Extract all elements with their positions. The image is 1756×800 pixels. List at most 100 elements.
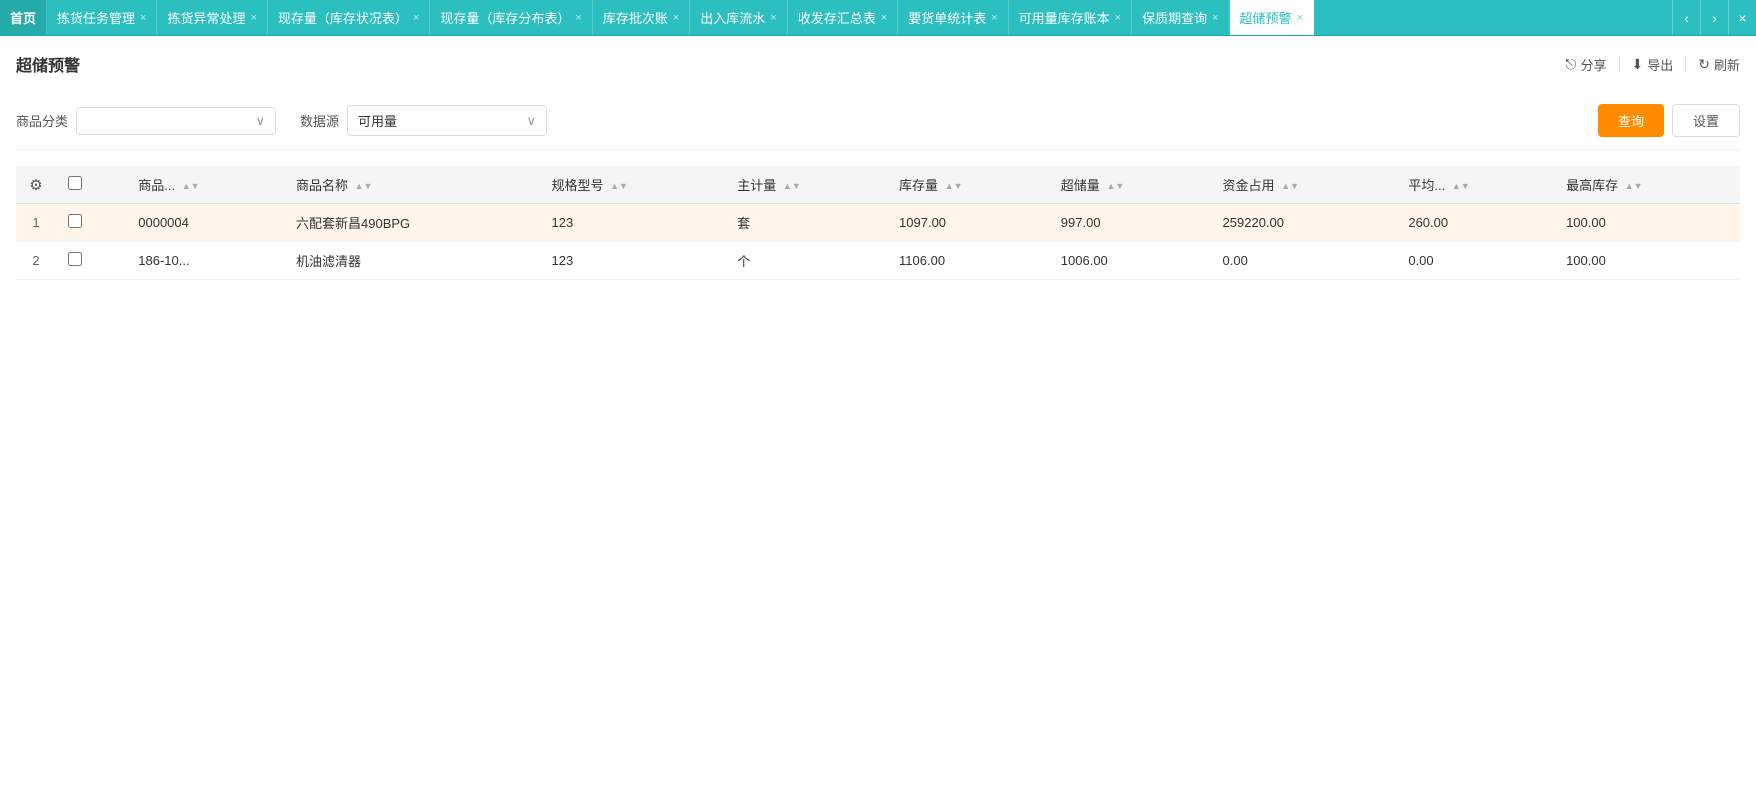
category-label: 商品分类	[16, 111, 68, 130]
row-max-stock: 100.00	[1554, 204, 1740, 242]
row-seq: 2	[16, 242, 56, 280]
th-max-stock[interactable]: 最高库存 ▲▼	[1554, 166, 1740, 204]
sort-stock-icon[interactable]: ▲▼	[945, 182, 963, 191]
refresh-button[interactable]: ↻ 刷新	[1698, 55, 1740, 74]
th-unit-label: 主计量	[737, 178, 776, 193]
share-icon: ⎋	[1565, 56, 1576, 73]
share-button[interactable]: ⎋ 分享	[1565, 55, 1606, 74]
row-select-checkbox[interactable]	[68, 252, 82, 266]
sort-capital-icon[interactable]: ▲▼	[1281, 182, 1299, 191]
sort-avg-icon[interactable]: ▲▼	[1452, 182, 1470, 191]
th-stock-label: 库存量	[899, 178, 938, 193]
sort-unit-icon[interactable]: ▲▼	[783, 182, 801, 191]
nav-inventory-status[interactable]: 现存量（库存状况表） ×	[268, 0, 430, 35]
th-checkbox[interactable]	[56, 166, 126, 204]
nav-shelf-life-close[interactable]: ×	[1212, 12, 1218, 24]
sort-product-code-icon[interactable]: ▲▼	[182, 182, 200, 191]
row-product-code: 186-10...	[126, 242, 284, 280]
nav-task-mgmt-close[interactable]: ×	[140, 12, 146, 24]
nav-order-stat-close[interactable]: ×	[991, 12, 997, 24]
nav-recv-send-label: 收发存汇总表	[798, 8, 876, 27]
th-overstock-label: 超储量	[1061, 178, 1100, 193]
nav-usable-ledger-close[interactable]: ×	[1115, 12, 1121, 24]
row-product-name: 六配套新昌490BPG	[284, 204, 540, 242]
th-product-code[interactable]: 商品... ▲▼	[126, 166, 284, 204]
row-product-code: 0000004	[126, 204, 284, 242]
header-actions: ⎋ 分享 ⬇ 导出 ↻ 刷新	[1565, 55, 1740, 74]
nav-exception-label: 拣货异常处理	[167, 8, 245, 27]
row-checkbox[interactable]	[56, 242, 126, 280]
th-product-code-label: 商品...	[138, 178, 175, 193]
export-icon: ⬇	[1632, 56, 1644, 73]
nav-arrow-left[interactable]: ‹	[1672, 0, 1700, 36]
row-unit: 个	[725, 242, 887, 280]
page-title: 超储预警	[16, 52, 80, 76]
top-navigation: 首页 拣货任务管理 × 拣货异常处理 × 现存量（库存状况表） × 现存量（库存…	[0, 0, 1756, 36]
nav-overstock-close[interactable]: ×	[1297, 12, 1303, 24]
nav-inventory-dist[interactable]: 现存量（库存分布表） ×	[430, 0, 592, 35]
row-select-checkbox[interactable]	[68, 214, 82, 228]
table-header: ⚙ 商品... ▲▼ 商品名称 ▲▼ 规格型号 ▲▼ 主计	[16, 166, 1740, 204]
main-content: 超储预警 ⎋ 分享 ⬇ 导出 ↻ 刷新 商品分类 ∨	[0, 36, 1756, 800]
category-chevron-icon: ∨	[256, 113, 266, 129]
nav-batch[interactable]: 库存批次账 ×	[593, 0, 690, 35]
th-avg-label: 平均...	[1408, 178, 1445, 193]
export-button[interactable]: ⬇ 导出	[1632, 55, 1674, 74]
th-spec[interactable]: 规格型号 ▲▼	[540, 166, 726, 204]
nav-inout-flow[interactable]: 出入库流水 ×	[690, 0, 787, 35]
nav-task-mgmt[interactable]: 拣货任务管理 ×	[47, 0, 157, 35]
th-avg[interactable]: 平均... ▲▼	[1396, 166, 1554, 204]
share-label: 分享	[1580, 55, 1606, 74]
sort-product-name-icon[interactable]: ▲▼	[355, 182, 373, 191]
row-max-stock: 100.00	[1554, 242, 1740, 280]
row-overstock: 997.00	[1049, 204, 1211, 242]
table-row: 2 186-10... 机油滤清器 123 个 1106.00 1006.00 …	[16, 242, 1740, 280]
nav-overstock[interactable]: 超储预警 ×	[1230, 0, 1314, 35]
sort-max-stock-icon[interactable]: ▲▼	[1625, 182, 1643, 191]
nav-recv-send-close[interactable]: ×	[881, 12, 887, 24]
th-overstock[interactable]: 超储量 ▲▼	[1049, 166, 1211, 204]
nav-inventory-dist-close[interactable]: ×	[575, 12, 581, 24]
nav-batch-close[interactable]: ×	[673, 12, 679, 24]
nav-recv-send[interactable]: 收发存汇总表 ×	[788, 0, 898, 35]
category-select[interactable]: ∨	[76, 107, 276, 135]
th-capital[interactable]: 资金占用 ▲▼	[1211, 166, 1397, 204]
nav-home-label: 首页	[10, 8, 36, 27]
datasource-select[interactable]: 可用量 ∨	[347, 105, 547, 136]
th-gear[interactable]: ⚙	[16, 166, 56, 204]
query-button[interactable]: 查询	[1598, 104, 1664, 137]
th-unit[interactable]: 主计量 ▲▼	[725, 166, 887, 204]
nav-exception[interactable]: 拣货异常处理 ×	[157, 0, 267, 35]
row-overstock: 1006.00	[1049, 242, 1211, 280]
settings-button[interactable]: 设置	[1672, 104, 1740, 137]
row-stock: 1097.00	[887, 204, 1049, 242]
sort-overstock-icon[interactable]: ▲▼	[1106, 182, 1124, 191]
nav-inout-flow-close[interactable]: ×	[770, 12, 776, 24]
sort-spec-icon[interactable]: ▲▼	[610, 182, 628, 191]
nav-arrow-close[interactable]: ×	[1728, 0, 1756, 36]
nav-inventory-status-label: 现存量（库存状况表）	[278, 8, 408, 27]
nav-shelf-life[interactable]: 保质期查询 ×	[1132, 0, 1229, 35]
th-stock[interactable]: 库存量 ▲▼	[887, 166, 1049, 204]
nav-task-mgmt-label: 拣货任务管理	[57, 8, 135, 27]
select-all-checkbox[interactable]	[68, 176, 82, 190]
row-stock: 1106.00	[887, 242, 1049, 280]
page-header: 超储预警 ⎋ 分享 ⬇ 导出 ↻ 刷新	[16, 52, 1740, 76]
nav-arrow-right[interactable]: ›	[1700, 0, 1728, 36]
row-avg: 260.00	[1396, 204, 1554, 242]
datasource-label: 数据源	[300, 111, 339, 130]
nav-usable-ledger[interactable]: 可用量库存账本 ×	[1009, 0, 1132, 35]
row-avg: 0.00	[1396, 242, 1554, 280]
nav-exception-close[interactable]: ×	[250, 12, 256, 24]
refresh-label: 刷新	[1714, 55, 1740, 74]
th-capital-label: 资金占用	[1223, 178, 1275, 193]
gear-icon[interactable]: ⚙	[29, 177, 42, 194]
row-checkbox[interactable]	[56, 204, 126, 242]
nav-order-stat[interactable]: 要货单统计表 ×	[898, 0, 1008, 35]
header-separator-2	[1685, 56, 1686, 72]
th-product-name[interactable]: 商品名称 ▲▼	[284, 166, 540, 204]
nav-inventory-status-close[interactable]: ×	[413, 12, 419, 24]
nav-home[interactable]: 首页	[0, 0, 47, 35]
datasource-value: 可用量	[358, 111, 397, 130]
nav-usable-ledger-label: 可用量库存账本	[1019, 8, 1110, 27]
